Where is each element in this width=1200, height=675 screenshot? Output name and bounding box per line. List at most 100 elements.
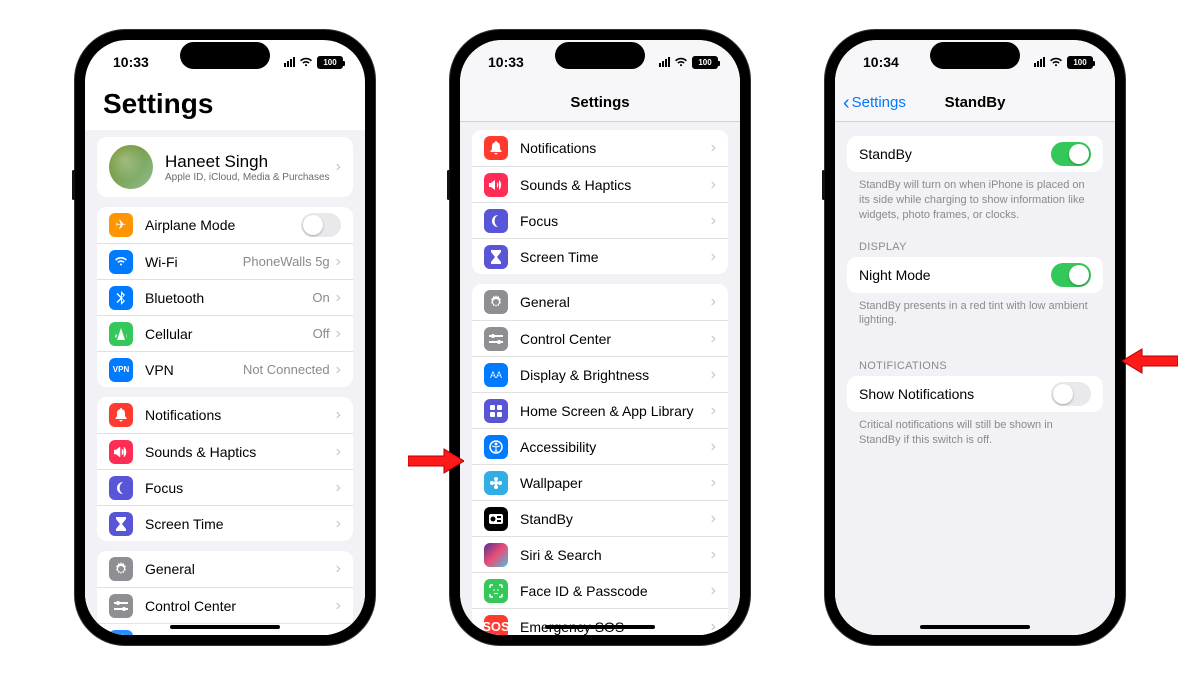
chevron-right-icon: › bbox=[711, 474, 716, 492]
back-button[interactable]: ‹ Settings bbox=[843, 84, 906, 121]
row-label: Wallpaper bbox=[520, 475, 711, 491]
cellular-signal-icon bbox=[1034, 57, 1045, 67]
chevron-right-icon: › bbox=[336, 597, 341, 615]
annotation-arrow-1 bbox=[408, 446, 464, 476]
display-icon: AA bbox=[484, 363, 508, 387]
focus-row[interactable]: Focus › bbox=[472, 202, 728, 238]
vpn-icon: VPN bbox=[109, 358, 133, 382]
homescreen-row[interactable]: Home Screen & App Library› bbox=[472, 392, 728, 428]
cellular-row[interactable]: Cellular Off › bbox=[97, 315, 353, 351]
general-group: General › Control Center › AA Display & … bbox=[97, 551, 353, 635]
standby-toggle-row[interactable]: StandBy bbox=[847, 136, 1103, 172]
night-mode-toggle[interactable] bbox=[1051, 263, 1091, 287]
battery-icon: 100 bbox=[692, 56, 718, 69]
back-label: Settings bbox=[852, 94, 906, 111]
notifications-group: Notifications › Sounds & Haptics › bbox=[97, 397, 353, 541]
show-notifications-toggle[interactable] bbox=[1051, 382, 1091, 406]
speaker-icon bbox=[484, 173, 508, 197]
row-label: Show Notifications bbox=[859, 386, 1051, 402]
chevron-right-icon: › bbox=[711, 366, 716, 384]
control-center-row[interactable]: Control Center › bbox=[97, 587, 353, 623]
chevron-right-icon: › bbox=[711, 582, 716, 600]
row-label: Bluetooth bbox=[145, 290, 312, 306]
hourglass-icon bbox=[109, 512, 133, 536]
connectivity-group: ✈︎ Airplane Mode Wi-Fi PhoneWalls 5g › bbox=[97, 207, 353, 387]
home-indicator[interactable] bbox=[920, 625, 1030, 629]
bluetooth-icon bbox=[109, 286, 133, 310]
dynamic-island bbox=[930, 42, 1020, 69]
airplane-toggle[interactable] bbox=[301, 213, 341, 237]
apple-id-row[interactable]: Haneet Singh Apple ID, iCloud, Media & P… bbox=[97, 137, 353, 197]
screentime-row[interactable]: Screen Time › bbox=[472, 238, 728, 274]
sos-row[interactable]: SOSEmergency SOS› bbox=[472, 608, 728, 635]
row-label: Siri & Search bbox=[520, 547, 711, 563]
apple-id-group: Haneet Singh Apple ID, iCloud, Media & P… bbox=[97, 137, 353, 197]
grid-icon bbox=[484, 399, 508, 423]
night-mode-row[interactable]: Night Mode bbox=[847, 257, 1103, 293]
row-label: Focus bbox=[520, 213, 711, 229]
row-label: Notifications bbox=[520, 140, 711, 156]
chevron-right-icon: › bbox=[711, 546, 716, 564]
chevron-right-icon: › bbox=[336, 325, 341, 343]
battery-icon: 100 bbox=[317, 56, 343, 69]
standby-icon bbox=[484, 507, 508, 531]
general-row[interactable]: General› bbox=[472, 284, 728, 320]
row-label: Sounds & Haptics bbox=[145, 444, 336, 460]
row-label: Control Center bbox=[520, 331, 711, 347]
row-label: Accessibility bbox=[520, 439, 711, 455]
airplane-mode-row[interactable]: ✈︎ Airplane Mode bbox=[97, 207, 353, 243]
chevron-right-icon: › bbox=[711, 438, 716, 456]
row-label: Display & Brightness bbox=[145, 634, 336, 636]
row-label: Airplane Mode bbox=[145, 217, 301, 233]
home-indicator[interactable] bbox=[170, 625, 280, 629]
home-indicator[interactable] bbox=[545, 625, 655, 629]
profile-name: Haneet Singh bbox=[165, 152, 336, 172]
speaker-icon bbox=[109, 440, 133, 464]
chevron-right-icon: › bbox=[336, 633, 341, 636]
standby-toggle[interactable] bbox=[1051, 142, 1091, 166]
nav-title: StandBy bbox=[945, 94, 1006, 111]
row-label: Control Center bbox=[145, 598, 336, 614]
bell-icon bbox=[484, 136, 508, 160]
control-center-row[interactable]: Control Center› bbox=[472, 320, 728, 356]
wifi-icon bbox=[674, 57, 688, 67]
wifi-row[interactable]: Wi-Fi PhoneWalls 5g › bbox=[97, 243, 353, 279]
siri-row[interactable]: Siri & Search› bbox=[472, 536, 728, 572]
standby-row[interactable]: StandBy› bbox=[472, 500, 728, 536]
row-value: PhoneWalls 5g bbox=[243, 254, 330, 269]
bluetooth-row[interactable]: Bluetooth On › bbox=[97, 279, 353, 315]
faceid-row[interactable]: Face ID & Passcode› bbox=[472, 572, 728, 608]
focus-row[interactable]: Focus › bbox=[97, 469, 353, 505]
vpn-row[interactable]: VPN VPN Not Connected › bbox=[97, 351, 353, 387]
screentime-row[interactable]: Screen Time › bbox=[97, 505, 353, 541]
row-label: Home Screen & App Library bbox=[520, 403, 711, 419]
wifi-icon bbox=[299, 57, 313, 67]
chevron-right-icon: › bbox=[336, 560, 341, 578]
row-label: StandBy bbox=[859, 146, 1051, 162]
sounds-row[interactable]: Sounds & Haptics › bbox=[472, 166, 728, 202]
row-value: Off bbox=[313, 326, 330, 341]
standby-footer: StandBy will turn on when iPhone is plac… bbox=[835, 172, 1115, 225]
wallpaper-row[interactable]: Wallpaper› bbox=[472, 464, 728, 500]
show-notifications-group: Show Notifications bbox=[847, 376, 1103, 412]
wifi-icon bbox=[1049, 57, 1063, 67]
gear-icon bbox=[484, 290, 508, 314]
chevron-right-icon: › bbox=[711, 293, 716, 311]
general-row[interactable]: General › bbox=[97, 551, 353, 587]
chevron-right-icon: › bbox=[711, 618, 716, 636]
row-label: Focus bbox=[145, 480, 336, 496]
notifications-row[interactable]: Notifications › bbox=[472, 130, 728, 166]
dynamic-island bbox=[555, 42, 645, 69]
accessibility-row[interactable]: Accessibility› bbox=[472, 428, 728, 464]
status-time: 10:33 bbox=[488, 54, 524, 70]
display-row[interactable]: AADisplay & Brightness› bbox=[472, 356, 728, 392]
row-label: General bbox=[145, 561, 336, 577]
faceid-icon bbox=[484, 579, 508, 603]
show-notifications-row[interactable]: Show Notifications bbox=[847, 376, 1103, 412]
notifications-row[interactable]: Notifications › bbox=[97, 397, 353, 433]
row-label: Night Mode bbox=[859, 267, 1051, 283]
row-label: Notifications bbox=[145, 407, 336, 423]
sounds-row[interactable]: Sounds & Haptics › bbox=[97, 433, 353, 469]
wifi-settings-icon bbox=[109, 250, 133, 274]
chevron-right-icon: › bbox=[336, 515, 341, 533]
